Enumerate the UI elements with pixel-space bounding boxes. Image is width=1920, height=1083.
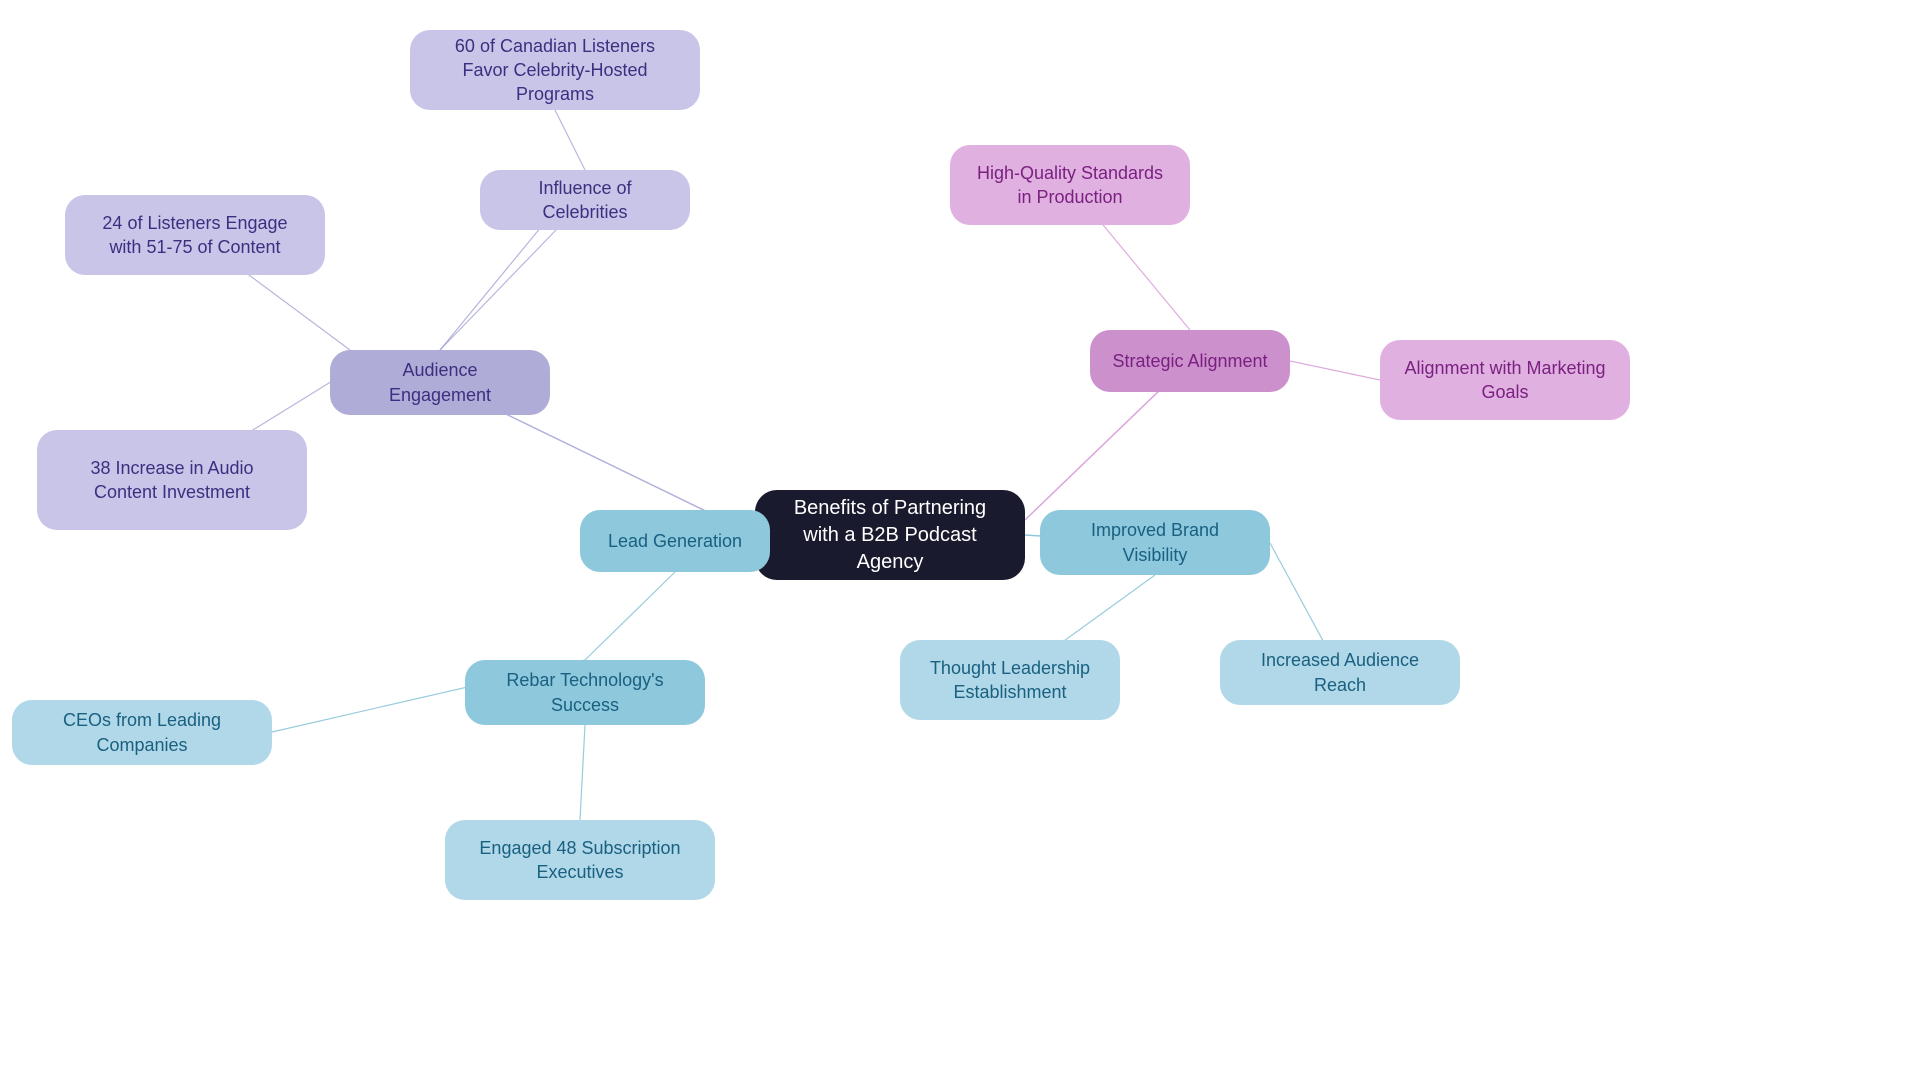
engaged-executives-label: Engaged 48 Subscription Executives xyxy=(463,836,697,885)
influence-celebrities-node: Influence of Celebrities xyxy=(480,170,690,230)
alignment-marketing-node: Alignment with Marketing Goals xyxy=(1380,340,1630,420)
audience-engagement-node: Audience Engagement xyxy=(330,350,550,415)
canadian-listeners-label: 60 of Canadian Listeners Favor Celebrity… xyxy=(432,34,678,107)
audio-investment-label: 38 Increase in Audio Content Investment xyxy=(59,456,285,505)
increased-audience-node: Increased Audience Reach xyxy=(1220,640,1460,705)
audio-investment-node: 38 Increase in Audio Content Investment xyxy=(37,430,307,530)
thought-leadership-node: Thought Leadership Establishment xyxy=(900,640,1120,720)
lead-generation-node: Lead Generation xyxy=(580,510,770,572)
engaged-executives-node: Engaged 48 Subscription Executives xyxy=(445,820,715,900)
improved-brand-node: Improved Brand Visibility xyxy=(1040,510,1270,575)
lead-generation-label: Lead Generation xyxy=(608,529,742,553)
center-node: Benefits of Partnering with a B2B Podcas… xyxy=(755,490,1025,580)
strategic-alignment-node: Strategic Alignment xyxy=(1090,330,1290,392)
ceos-leading-label: CEOs from Leading Companies xyxy=(30,708,254,757)
center-label: Benefits of Partnering with a B2B Podcas… xyxy=(777,495,1003,576)
high-quality-label: High-Quality Standards in Production xyxy=(968,161,1172,210)
rebar-technology-node: Rebar Technology's Success xyxy=(465,660,705,725)
canadian-listeners-node: 60 of Canadian Listeners Favor Celebrity… xyxy=(410,30,700,110)
rebar-technology-label: Rebar Technology's Success xyxy=(483,668,687,717)
listeners-engage-node: 24 of Listeners Engage with 51-75 of Con… xyxy=(65,195,325,275)
improved-brand-label: Improved Brand Visibility xyxy=(1058,518,1252,567)
increased-audience-label: Increased Audience Reach xyxy=(1238,648,1442,697)
ceos-leading-node: CEOs from Leading Companies xyxy=(12,700,272,765)
high-quality-node: High-Quality Standards in Production xyxy=(950,145,1190,225)
strategic-alignment-label: Strategic Alignment xyxy=(1112,349,1267,373)
alignment-marketing-label: Alignment with Marketing Goals xyxy=(1398,356,1612,405)
audience-engagement-label: Audience Engagement xyxy=(352,358,528,407)
thought-leadership-label: Thought Leadership Establishment xyxy=(918,656,1102,705)
influence-celebrities-label: Influence of Celebrities xyxy=(502,176,668,225)
listeners-engage-label: 24 of Listeners Engage with 51-75 of Con… xyxy=(87,211,303,260)
